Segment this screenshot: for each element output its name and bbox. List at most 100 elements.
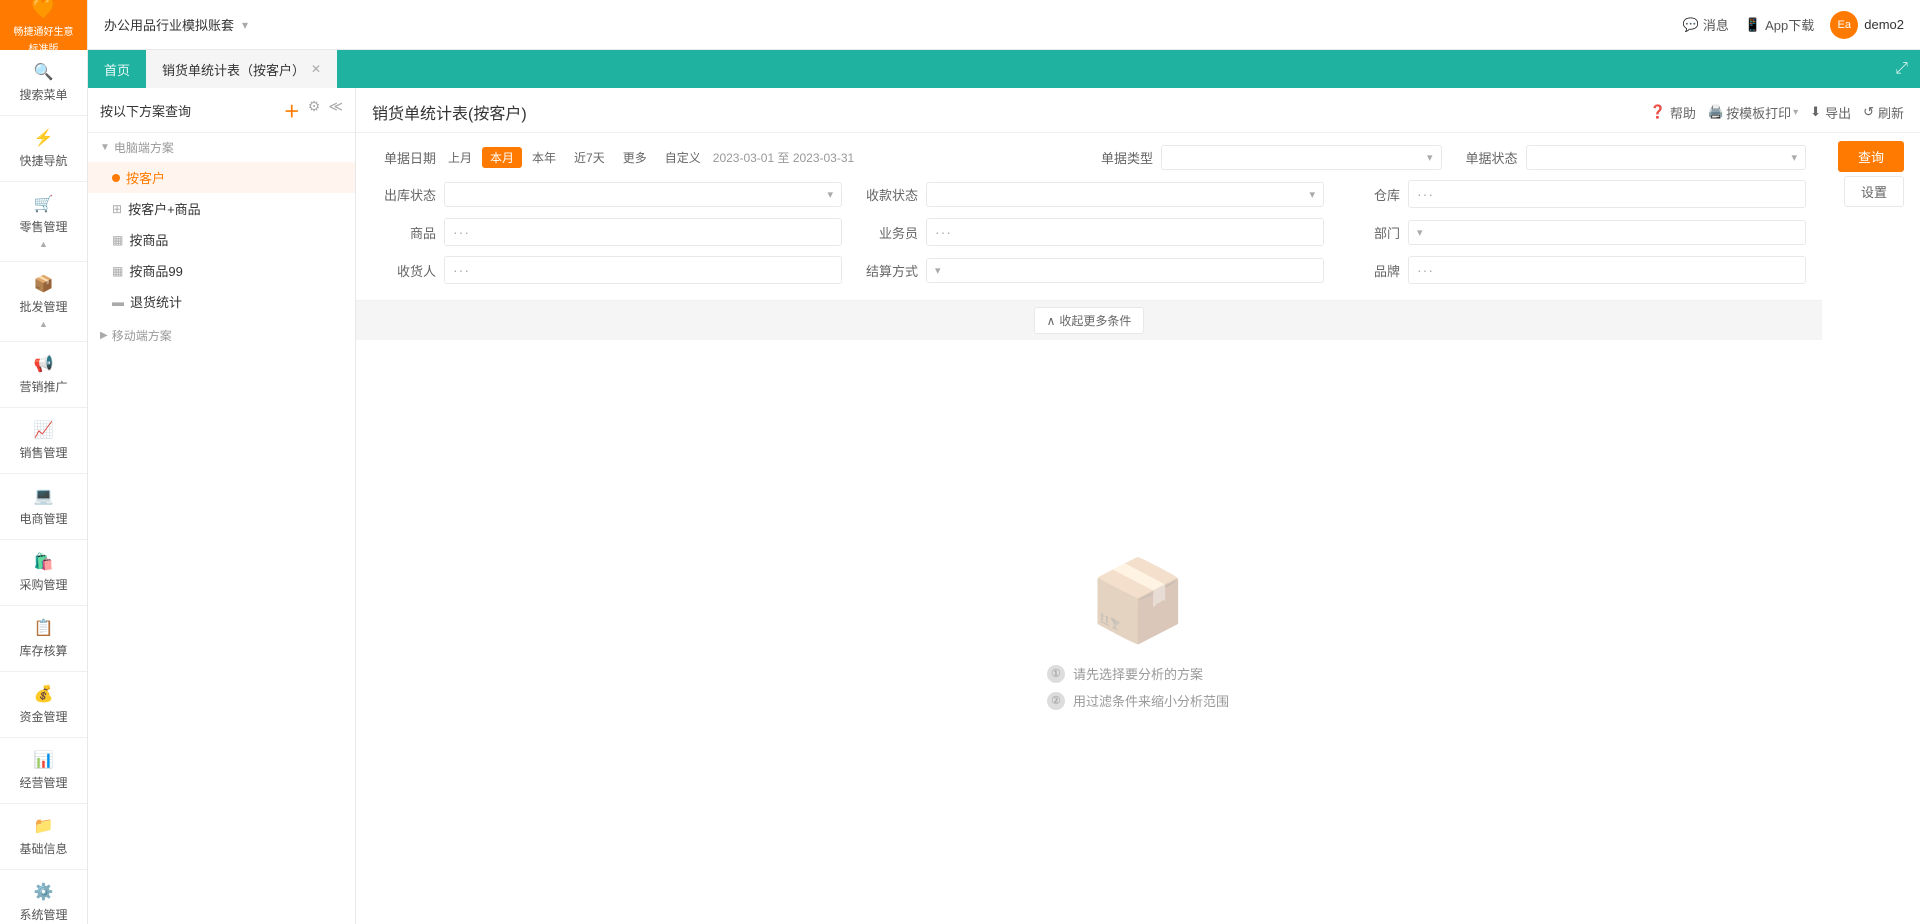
home-tab-label: 首页	[104, 60, 130, 79]
salesperson-label: 业务员	[854, 223, 918, 242]
sidebar-item-ecommerce[interactable]: 💻 电商管理	[0, 474, 87, 540]
collapse-button[interactable]: ∧ 收起更多条件	[1034, 307, 1145, 334]
sidebar-item-inventory[interactable]: 📋 库存核算	[0, 606, 87, 672]
app-logo[interactable]: 🧡 畅捷通好生意 标准版	[0, 0, 87, 50]
doc-type-label: 单据类型	[1089, 148, 1153, 167]
sidebar-item-system[interactable]: ⚙️ 系统管理	[0, 870, 87, 924]
settlement-select[interactable]: ▾	[926, 258, 1324, 283]
payment-select[interactable]: ▾	[926, 182, 1324, 207]
tree-item-label: 退货统计	[130, 292, 182, 311]
settings-button[interactable]: 设置	[1844, 176, 1904, 207]
recipient-select[interactable]: ···	[444, 256, 842, 284]
query-button[interactable]: 查询	[1838, 141, 1904, 172]
sales-stats-tab-label: 销货单统计表（按客户）	[162, 60, 305, 79]
date-btn-last-month[interactable]: 上月	[440, 147, 480, 168]
date-btn-more[interactable]: 更多	[615, 147, 655, 168]
tree-item-label: 按客户+商品	[128, 199, 201, 218]
product-filter: 商品 ···	[372, 218, 842, 246]
sidebar-item-sales[interactable]: 📈 销售管理	[0, 408, 87, 474]
header-left: 办公用品行业模拟账套 ▾	[104, 15, 248, 34]
sidebar-item-purchase[interactable]: 🛍️ 采购管理	[0, 540, 87, 606]
doc-status-label: 单据状态	[1454, 148, 1518, 167]
right-panel-title-bar: 销货单统计表(按客户) ❓ 帮助 🖨️ 按模板打印 ▾ ⬇ 导出	[356, 88, 1920, 133]
product-select[interactable]: ···	[444, 218, 842, 246]
refresh-button[interactable]: ↺ 刷新	[1863, 103, 1904, 122]
tree-item-by-customer[interactable]: 按客户	[88, 162, 355, 193]
sidebar-item-retail[interactable]: 🛒 零售管理 ▲	[0, 182, 87, 262]
tab-expand-button[interactable]: ⤢	[1883, 60, 1920, 78]
query-btn-group: 查询 设置	[1822, 133, 1920, 340]
hint-num-2: ②	[1047, 692, 1065, 710]
ecommerce-icon: 💻	[34, 486, 54, 506]
sidebar-item-label: 库存核算	[19, 642, 67, 659]
date-buttons: 上月 本月 本年 近7天 更多 自定义	[440, 147, 709, 168]
shipment-select[interactable]: ▾	[444, 182, 842, 207]
app-download-button[interactable]: 📱 App下载	[1745, 15, 1814, 34]
chevron-down-icon: ▾	[1791, 151, 1797, 164]
filter-row-2: 出库状态 ▾ 收款状态 ▾	[372, 180, 1806, 208]
sales-icon: 📈	[34, 420, 54, 440]
message-button[interactable]: 💬 消息	[1683, 15, 1729, 34]
add-scheme-button[interactable]: ＋	[284, 98, 300, 122]
sidebar-item-operations[interactable]: 📊 经营管理	[0, 738, 87, 804]
brand-select[interactable]: ···	[1408, 256, 1806, 284]
tree-item-by-customer-product[interactable]: ⊞ 按客户+商品	[88, 193, 355, 224]
bar-chart-icon: ▬	[112, 295, 124, 309]
doc-type-select[interactable]: ▾	[1161, 145, 1442, 170]
date-range-text: 2023-03-01 至 2023-03-31	[713, 149, 854, 166]
tree-item-return-stats[interactable]: ▬ 退货统计	[88, 286, 355, 317]
tree-item-by-product[interactable]: ▦ 按商品	[88, 224, 355, 255]
tab-home[interactable]: 首页	[88, 50, 146, 88]
export-button[interactable]: ⬇ 导出	[1810, 103, 1851, 122]
sidebar: 🧡 畅捷通好生意 标准版 🔍 搜索菜单 ⚡ 快捷导航 🛒 零售管理 ▲ 📦 批发…	[0, 0, 88, 924]
recipient-filter: 收货人 ···	[372, 256, 842, 284]
empty-state: 📦 ① 请先选择要分析的方案 ② 用过滤条件来缩小分析范围	[356, 340, 1920, 924]
message-icon: 💬	[1683, 17, 1699, 33]
header-dropdown-icon[interactable]: ▾	[242, 18, 248, 32]
product-label: 商品	[372, 223, 436, 242]
logo-icon: 🧡	[31, 0, 56, 21]
sidebar-item-label: 采购管理	[19, 576, 67, 593]
header-right: 💬 消息 📱 App下载 Ea demo2	[1683, 11, 1904, 39]
tab-close-icon[interactable]: ✕	[311, 62, 321, 76]
sidebar-item-quick-nav[interactable]: ⚡ 快捷导航	[0, 116, 87, 182]
sidebar-item-marketing[interactable]: 📢 营销推广	[0, 342, 87, 408]
chevron-down-icon: ▾	[827, 188, 833, 201]
sidebar-item-wholesale[interactable]: 📦 批发管理 ▲	[0, 262, 87, 342]
sidebar-item-label: 系统管理	[19, 906, 67, 923]
salesperson-select[interactable]: ···	[926, 218, 1324, 246]
avatar[interactable]: Ea	[1830, 11, 1858, 39]
doc-status-select[interactable]: ▾	[1526, 145, 1807, 170]
tree-group-desktop[interactable]: ▼ 电脑端方案	[88, 133, 355, 162]
date-btn-7days[interactable]: 近7天	[566, 147, 613, 168]
user-area[interactable]: Ea demo2	[1830, 11, 1904, 39]
empty-hints: ① 请先选择要分析的方案 ② 用过滤条件来缩小分析范围	[1047, 664, 1229, 710]
help-button[interactable]: ❓ 帮助	[1650, 103, 1696, 122]
sidebar-item-search[interactable]: 🔍 搜索菜单	[0, 50, 87, 116]
scheme-tree: ▼ 电脑端方案 按客户 ⊞ 按客户+商品 ▦ 按商品 ▦ 按商品9	[88, 133, 355, 350]
edit-scheme-button[interactable]: ⚙	[308, 98, 321, 122]
marketing-icon: 📢	[34, 354, 54, 374]
date-btn-custom[interactable]: 自定义	[657, 147, 709, 168]
sidebar-item-basic-info[interactable]: 📁 基础信息	[0, 804, 87, 870]
right-panel-actions: ❓ 帮助 🖨️ 按模板打印 ▾ ⬇ 导出 ↺ 刷新	[1650, 103, 1904, 122]
department-select[interactable]: ▾	[1408, 220, 1806, 245]
date-btn-this-year[interactable]: 本年	[524, 147, 564, 168]
print-dropdown-icon: ▾	[1793, 107, 1798, 118]
refresh-icon: ↺	[1863, 104, 1874, 120]
chevron-down-icon: ▾	[1417, 226, 1423, 239]
warehouse-select[interactable]: ···	[1408, 180, 1806, 208]
sidebar-item-finance[interactable]: 💰 资金管理	[0, 672, 87, 738]
hint-text-1: 请先选择要分析的方案	[1073, 664, 1203, 683]
date-btn-this-month[interactable]: 本月	[482, 147, 522, 168]
basic-info-icon: 📁	[34, 816, 54, 836]
tree-item-by-product-99[interactable]: ▦ 按商品99	[88, 255, 355, 286]
sidebar-item-label: 搜索菜单	[19, 86, 67, 103]
sidebar-item-label: 销售管理	[19, 444, 67, 461]
tree-group-mobile[interactable]: ▶ 移动端方案	[88, 321, 355, 350]
tab-sales-stats[interactable]: 销货单统计表（按客户） ✕	[146, 50, 337, 88]
collapse-icon: ∧	[1047, 314, 1056, 328]
template-print-button[interactable]: 🖨️ 按模板打印 ▾	[1708, 103, 1798, 122]
collapse-panel-button[interactable]: ≪	[328, 98, 343, 122]
empty-illustration: 📦	[1088, 554, 1188, 648]
